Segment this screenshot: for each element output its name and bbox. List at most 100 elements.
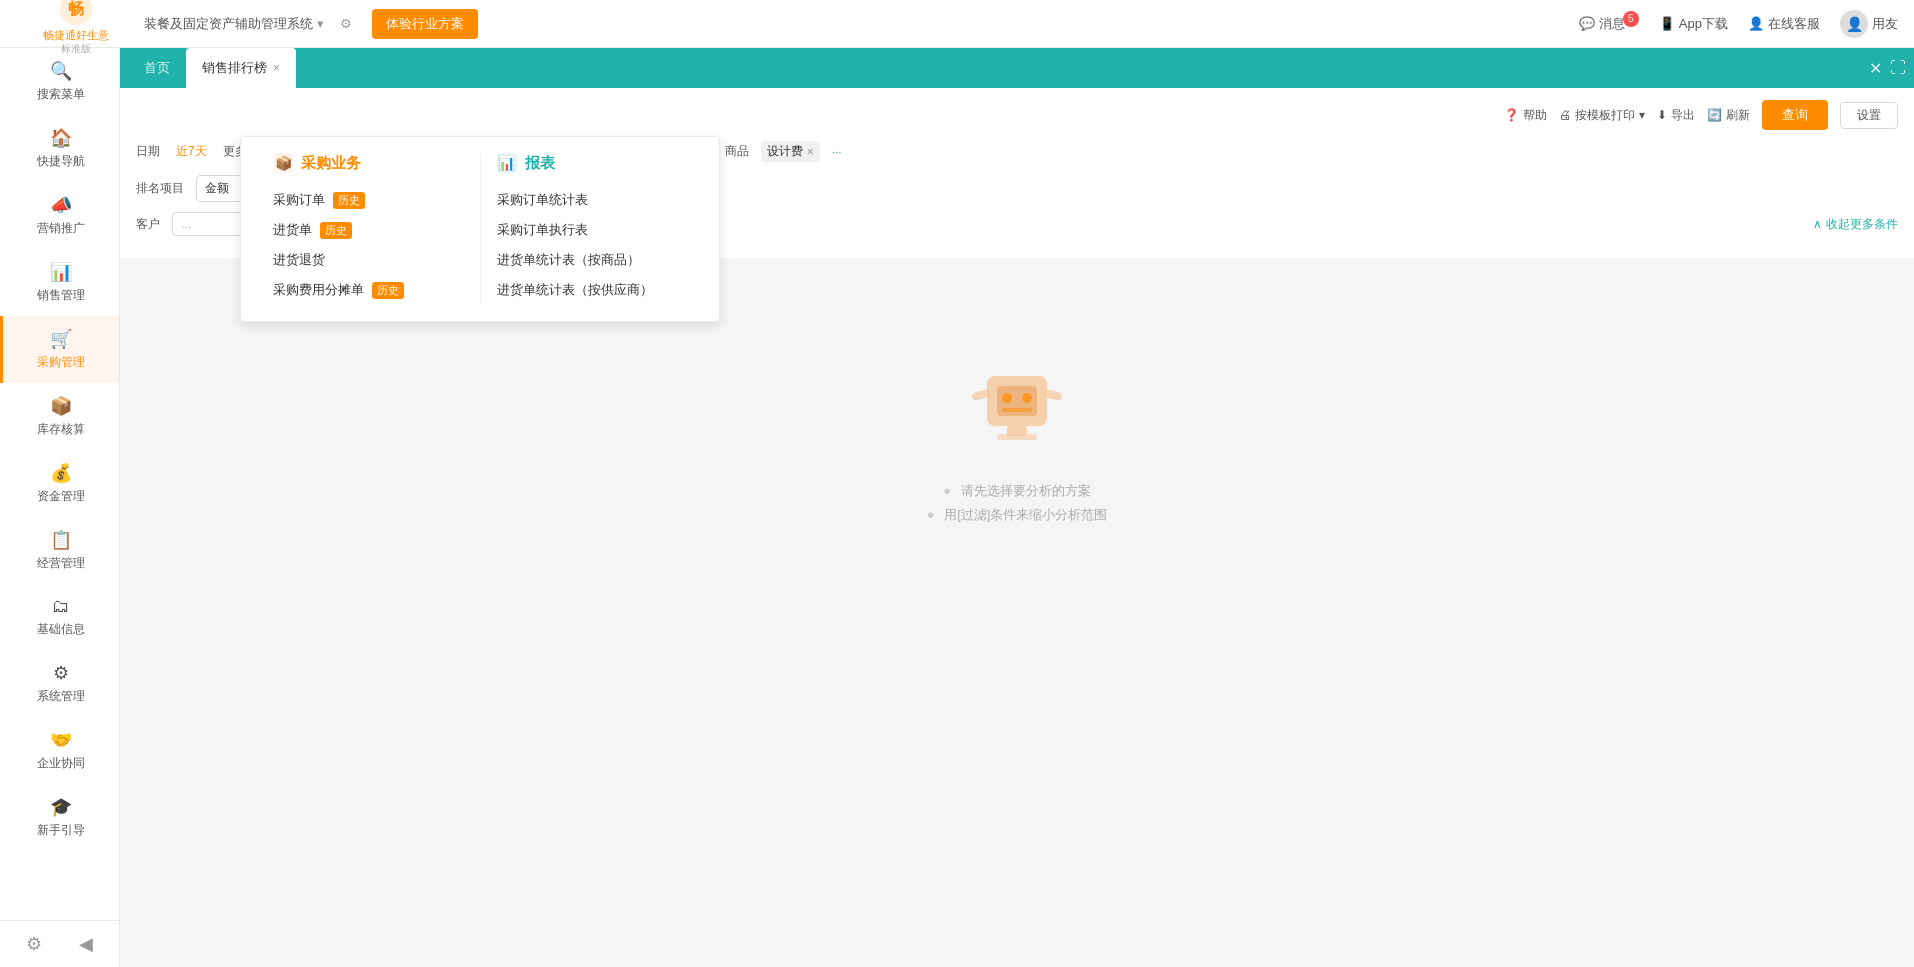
sidebar-item-system[interactable]: ⚙ 系统管理 <box>0 650 119 717</box>
message-badge: 5 <box>1623 11 1639 27</box>
main-layout: 🔍 搜索菜单 🏠 快捷导航 📣 营销推广 📊 销售管理 🛒 采购管理 📦 库存核… <box>0 48 1914 967</box>
history-badge-receipt: 历史 <box>320 222 352 239</box>
sidebar-item-inventory[interactable]: 📦 库存核算 <box>0 383 119 450</box>
svg-point-5 <box>1022 393 1032 403</box>
sidebar-item-navigation[interactable]: 🏠 快捷导航 <box>0 115 119 182</box>
service-icon: 👤 <box>1748 16 1764 31</box>
menu-item-purchase-order[interactable]: 采购订单 历史 <box>273 185 464 215</box>
goods-label: 商品 <box>725 143 749 160</box>
help-icon: ❓ <box>1504 108 1519 122</box>
toolbar-row: ❓ 帮助 🖨 按模板打印 ▾ ⬇ 导出 🔄 刷新 <box>136 100 1898 130</box>
sidebar-item-collaboration[interactable]: 🤝 企业协同 <box>0 717 119 784</box>
sidebar-item-operations[interactable]: 📋 经营管理 <box>0 517 119 584</box>
handshake-icon: 🤝 <box>50 729 72 751</box>
purchase-menu-column: 📦 采购业务 采购订单 历史 进货单 历史 进货退货 采购费用分摊单 历 <box>257 153 481 305</box>
logo-icon: 畅 <box>58 0 94 27</box>
query-button[interactable]: 查询 <box>1762 100 1828 130</box>
tab-sales-ranking[interactable]: 销售排行榜 × <box>186 48 296 88</box>
customer-label: 客户 <box>136 216 160 233</box>
megaphone-icon: 📣 <box>50 194 72 216</box>
home-icon: 🏠 <box>50 127 72 149</box>
user-avatar: 👤 <box>1840 10 1868 38</box>
menu-item-order-stats[interactable]: 采购订单统计表 <box>497 185 688 215</box>
report-menu-header: 📊 报表 <box>497 153 688 173</box>
sidebar-collapse-button[interactable]: ◀ <box>79 933 93 955</box>
svg-rect-6 <box>1002 408 1032 412</box>
empty-tip-1: ● 请先选择要分析的方案 <box>943 482 1090 500</box>
sidebar-item-purchase[interactable]: 🛒 采购管理 <box>0 316 119 383</box>
empty-illustration <box>957 346 1077 466</box>
help-button[interactable]: ❓ 帮助 <box>1504 107 1547 124</box>
export-icon: ⬇ <box>1657 108 1667 122</box>
sidebar-bottom: ⚙ ◀ <box>0 920 119 967</box>
menu-item-purchase-return[interactable]: 进货退货 <box>273 245 464 275</box>
refresh-button[interactable]: 🔄 刷新 <box>1707 107 1750 124</box>
svg-rect-8 <box>997 434 1037 440</box>
svg-text:畅: 畅 <box>68 0 84 17</box>
message-icon: 💬 <box>1579 16 1595 31</box>
gear-icon: ⚙ <box>53 662 69 684</box>
online-service-button[interactable]: 👤 在线客服 <box>1748 15 1820 33</box>
collapse-icon: ∧ <box>1813 217 1822 231</box>
header-right: 💬 消息 5 📱 App下载 👤 在线客服 👤 用友 <box>1579 10 1898 38</box>
purchase-dropdown-menu: 📦 采购业务 采购订单 历史 进货单 历史 进货退货 采购费用分摊单 历 <box>240 136 720 322</box>
title-dropdown-arrow[interactable]: ▾ <box>317 16 324 31</box>
print-icon: 🖨 <box>1559 108 1571 122</box>
sidebar-settings-button[interactable]: ⚙ <box>26 933 42 955</box>
more-dots[interactable]: ··· <box>832 145 842 159</box>
sidebar-item-finance[interactable]: 💰 资金管理 <box>0 450 119 517</box>
cart-icon: 🛒 <box>50 328 72 350</box>
date-label: 日期 <box>136 143 160 160</box>
sidebar-item-guide[interactable]: 🎓 新手引导 <box>0 784 119 851</box>
sidebar-item-sales[interactable]: 📊 销售管理 <box>0 249 119 316</box>
collapse-conditions-button[interactable]: ∧ 收起更多条件 <box>1813 216 1898 233</box>
history-badge-expense: 历史 <box>372 282 404 299</box>
sidebar-item-marketing[interactable]: 📣 营销推广 <box>0 182 119 249</box>
report-menu-icon: 📊 <box>497 153 517 173</box>
messages-button[interactable]: 💬 消息 5 <box>1579 15 1639 33</box>
refresh-icon: 🔄 <box>1707 108 1722 122</box>
sidebar-item-search[interactable]: 🔍 搜索菜单 <box>0 48 119 115</box>
graduate-icon: 🎓 <box>50 796 72 818</box>
purchase-menu-header: 📦 采购业务 <box>273 153 464 173</box>
settings-button[interactable]: 设置 <box>1840 102 1898 129</box>
menu-item-receipt-stats-supplier[interactable]: 进货单统计表（按供应商） <box>497 275 688 305</box>
menu-item-purchase-expense[interactable]: 采购费用分摊单 历史 <box>273 275 464 305</box>
menu-item-receipt-stats-goods[interactable]: 进货单统计表（按商品） <box>497 245 688 275</box>
logo-label: 畅捷通好生意 标准版 <box>43 29 109 56</box>
search-icon: 🔍 <box>50 60 72 82</box>
print-button[interactable]: 🖨 按模板打印 ▾ <box>1559 107 1645 124</box>
top-header: 畅 畅捷通好生意 标准版 装餐及固定资产辅助管理系统 ▾ ⚙ 体验行业方案 💬 … <box>0 0 1914 48</box>
money-icon: 💰 <box>50 462 72 484</box>
export-button[interactable]: ⬇ 导出 <box>1657 107 1695 124</box>
tab-expand-icon[interactable]: ⛶ <box>1890 59 1906 77</box>
sidebar: 🔍 搜索菜单 🏠 快捷导航 📣 营销推广 📊 销售管理 🛒 采购管理 📦 库存核… <box>0 48 120 967</box>
rank-label: 排名项目 <box>136 180 184 197</box>
tab-home[interactable]: 首页 <box>128 48 186 88</box>
logo-area: 畅 畅捷通好生意 标准版 <box>16 0 136 56</box>
menu-item-purchase-receipt[interactable]: 进货单 历史 <box>273 215 464 245</box>
report-menu-column: 📊 报表 采购订单统计表 采购订单执行表 进货单统计表（按商品） 进货单统计表（… <box>481 153 704 305</box>
main-content: 首页 销售排行榜 × ✕ ⛶ ❓ 帮助 🖨 <box>120 48 1914 967</box>
app-icon: 📱 <box>1659 16 1675 31</box>
purchase-menu-icon: 📦 <box>273 153 293 173</box>
app-download-button[interactable]: 📱 App下载 <box>1659 15 1728 33</box>
time-7days-button[interactable]: 近7天 <box>172 141 211 162</box>
svg-point-4 <box>1002 393 1012 403</box>
system-settings-icon[interactable]: ⚙ <box>340 16 352 31</box>
tab-close-button[interactable]: × <box>273 61 280 75</box>
tab-bar-right: ✕ ⛶ <box>1869 59 1906 78</box>
tab-close-all-icon[interactable]: ✕ <box>1869 59 1882 78</box>
folder-icon: 🗂 <box>52 596 70 617</box>
empty-tip-2: ● 用[过滤]条件来缩小分析范围 <box>927 506 1108 524</box>
goods-tag-close[interactable]: × <box>807 145 814 159</box>
tab-bar: 首页 销售排行榜 × ✕ ⛶ <box>120 48 1914 88</box>
print-dropdown-icon[interactable]: ▾ <box>1639 108 1645 122</box>
clipboard-icon: 📋 <box>50 529 72 551</box>
industry-solution-button[interactable]: 体验行业方案 <box>372 9 478 39</box>
history-badge-purchase-order: 历史 <box>333 192 365 209</box>
menu-item-order-execution[interactable]: 采购订单执行表 <box>497 215 688 245</box>
sidebar-item-basic-info[interactable]: 🗂 基础信息 <box>0 584 119 650</box>
user-menu-button[interactable]: 👤 用友 <box>1840 10 1898 38</box>
goods-tag: 设计费 × <box>761 141 820 162</box>
